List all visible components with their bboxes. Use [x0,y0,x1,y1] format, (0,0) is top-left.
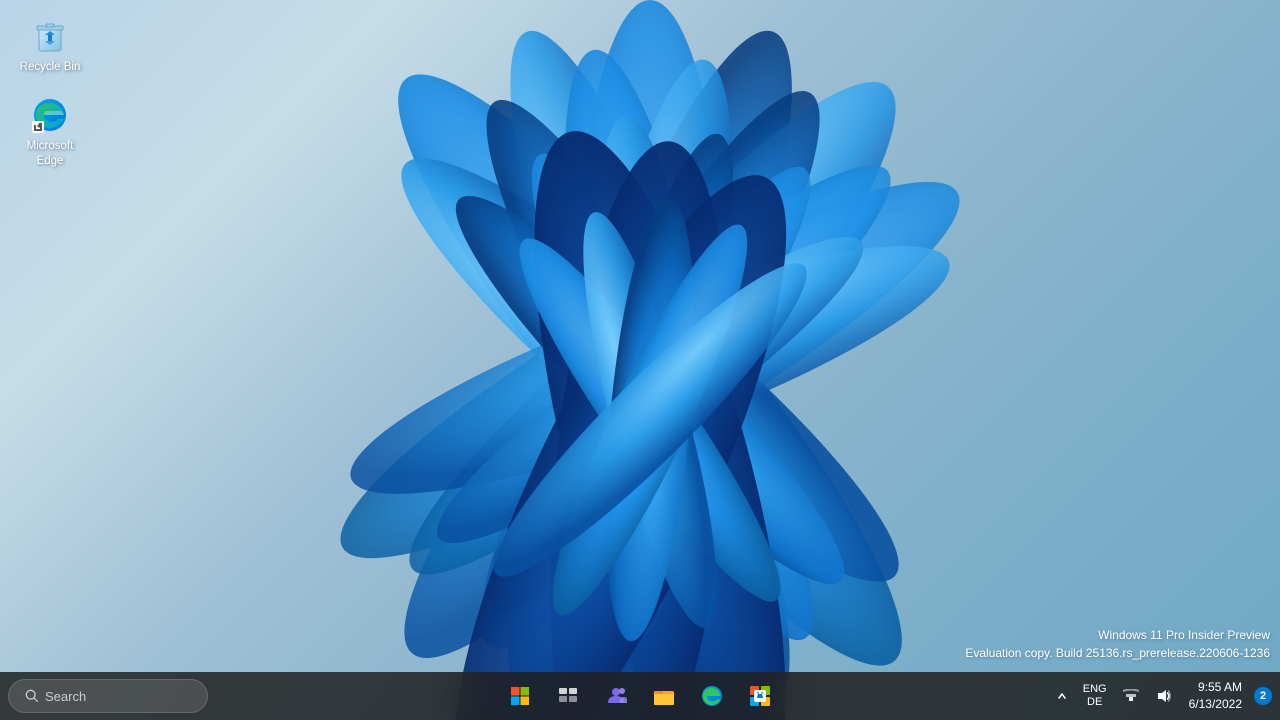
recycle-bin-image [30,16,70,56]
wallpaper-bloom [100,0,1200,720]
audio-icon [1155,688,1171,704]
search-icon [25,689,39,703]
file-explorer-button[interactable] [642,674,686,718]
edge-desktop-icon[interactable]: Microsoft Edge [10,89,90,175]
teams-icon [605,685,627,707]
language-display[interactable]: ENG DE [1077,681,1113,711]
teams-button[interactable] [594,674,638,718]
show-hidden-icons-button[interactable] [1051,685,1073,707]
desktop: Recycle Bin [0,0,1280,720]
windows-logo-icon [510,686,530,706]
network-icon [1123,689,1139,703]
taskbar-search[interactable]: Search [8,679,208,713]
watermark-line1: Windows 11 Pro Insider Preview [965,626,1270,644]
desktop-icons: Recycle Bin [10,10,90,175]
edge-taskbar-button[interactable] [690,674,734,718]
task-view-button[interactable] [546,674,590,718]
search-label: Search [45,689,86,704]
start-button[interactable] [498,674,542,718]
taskbar-center-icons [498,674,782,718]
notification-button[interactable]: 2 [1254,687,1272,705]
recycle-bin-icon[interactable]: Recycle Bin [10,10,90,81]
edge-label: Microsoft Edge [16,139,84,169]
audio-icon-button[interactable] [1149,684,1177,708]
task-view-icon [558,687,578,705]
recycle-bin-label: Recycle Bin [20,60,81,75]
store-icon [749,685,771,707]
file-explorer-icon [653,686,675,706]
edge-taskbar-icon [701,685,723,707]
datetime-display[interactable]: 9:55 AM 6/13/2022 [1181,677,1250,715]
time-display: 9:55 AM [1198,679,1242,696]
date-display: 6/13/2022 [1189,696,1242,713]
watermark-line2: Evaluation copy. Build 25136.rs_prerelea… [965,644,1270,662]
network-icon-button[interactable] [1117,685,1145,707]
store-button[interactable] [738,674,782,718]
watermark: Windows 11 Pro Insider Preview Evaluatio… [965,626,1270,662]
system-tray: ENG DE 9:55 AM [1051,677,1272,715]
locale-code: DE [1087,696,1102,709]
edge-image [30,95,70,135]
taskbar: Search [0,672,1280,720]
language-code: ENG [1083,683,1107,696]
notification-count: 2 [1260,690,1266,702]
chevron-up-icon [1057,689,1067,703]
